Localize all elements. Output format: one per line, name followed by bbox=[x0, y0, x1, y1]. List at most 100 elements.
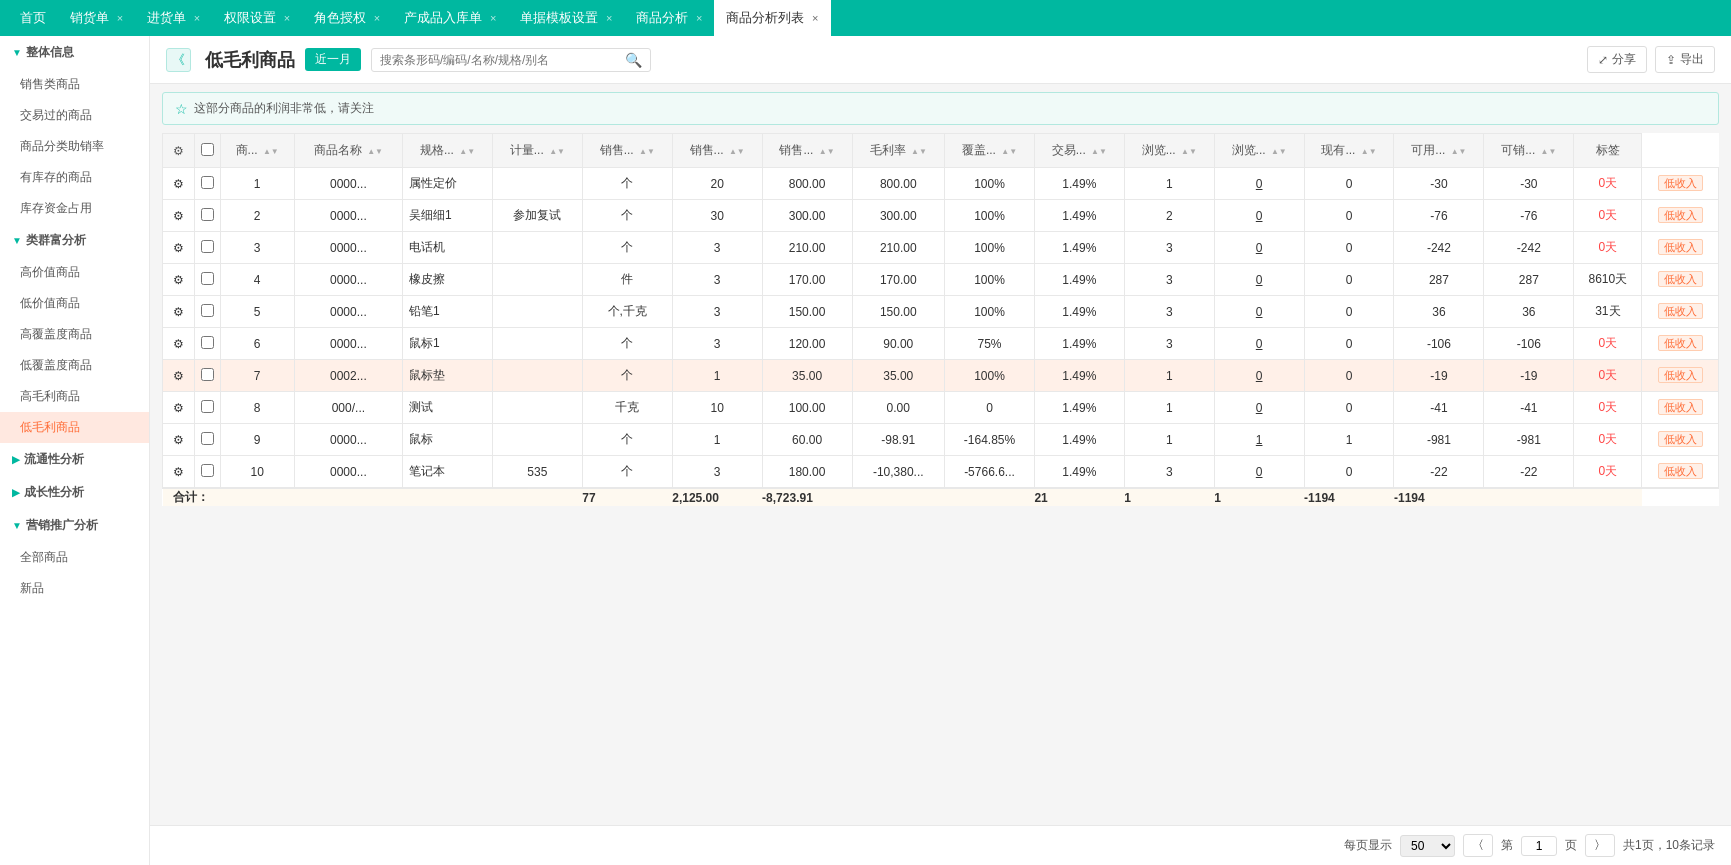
col-current-stock[interactable]: 现有... ▲▼ bbox=[1304, 134, 1394, 168]
nav-item-analysis[interactable]: 商品分析 × bbox=[624, 0, 714, 36]
sidebar-group-cluster[interactable]: ▼ 类群富分析 bbox=[0, 224, 149, 257]
select-all-checkbox[interactable] bbox=[201, 143, 214, 156]
row-settings[interactable]: ⚙ bbox=[163, 200, 195, 232]
row-view1[interactable]: 0 bbox=[1214, 328, 1304, 360]
sidebar-item-low-margin[interactable]: 低毛利商品 bbox=[0, 412, 149, 443]
row-checkbox[interactable] bbox=[194, 424, 220, 456]
row-view1[interactable]: 0 bbox=[1214, 232, 1304, 264]
nav-item-product-entry[interactable]: 产成品入库单 × bbox=[392, 0, 508, 36]
col-view1[interactable]: 浏览... ▲▼ bbox=[1124, 134, 1214, 168]
close-icon[interactable]: × bbox=[812, 12, 818, 24]
row-settings[interactable]: ⚙ bbox=[163, 424, 195, 456]
sidebar-item-new-products[interactable]: 新品 bbox=[0, 573, 149, 604]
nav-item-permission[interactable]: 权限设置 × bbox=[212, 0, 302, 36]
sidebar-item-all-products[interactable]: 全部商品 bbox=[0, 542, 149, 573]
row-checkbox[interactable] bbox=[194, 264, 220, 296]
search-icon[interactable]: 🔍 bbox=[625, 52, 642, 68]
row-view1[interactable]: 0 bbox=[1214, 296, 1304, 328]
row-checkbox[interactable] bbox=[194, 296, 220, 328]
row-view1[interactable]: 0 bbox=[1214, 360, 1304, 392]
row-settings[interactable]: ⚙ bbox=[163, 392, 195, 424]
nav-item-analysis-list[interactable]: 商品分析列表 × bbox=[714, 0, 830, 36]
nav-item-purchase[interactable]: 进货单 × bbox=[135, 0, 212, 36]
nav-item-role[interactable]: 角色授权 × bbox=[302, 0, 392, 36]
close-icon[interactable]: × bbox=[194, 12, 200, 24]
col-name[interactable]: 商品名称 ▲▼ bbox=[294, 134, 402, 168]
table-area[interactable]: ⚙ 商... ▲▼ 商品名称 ▲▼ 规格... ▲▼ 计量... ▲▼ 销售..… bbox=[150, 133, 1731, 825]
col-settings[interactable]: ⚙ bbox=[163, 134, 195, 168]
close-icon[interactable]: × bbox=[117, 12, 123, 24]
nav-item-home[interactable]: 首页 bbox=[8, 0, 58, 36]
close-icon[interactable]: × bbox=[374, 12, 380, 24]
col-unit[interactable]: 计量... ▲▼ bbox=[492, 134, 582, 168]
per-page-select[interactable]: 50 100 bbox=[1400, 835, 1455, 857]
sidebar-group-overall[interactable]: ▼ 整体信息 bbox=[0, 36, 149, 69]
sidebar-item-high-coverage[interactable]: 高覆盖度商品 bbox=[0, 319, 149, 350]
col-sales-profit[interactable]: 销售... ▲▼ bbox=[762, 134, 852, 168]
row-view1[interactable]: 0 bbox=[1214, 168, 1304, 200]
col-tag[interactable]: 标签 bbox=[1574, 134, 1642, 168]
row-settings[interactable]: ⚙ bbox=[163, 456, 195, 489]
share-button[interactable]: ⤢ 分享 bbox=[1587, 46, 1647, 73]
col-sellable[interactable]: 可销... ▲▼ bbox=[1484, 134, 1574, 168]
row-checkbox[interactable] bbox=[194, 392, 220, 424]
row-view2: 0 bbox=[1304, 392, 1394, 424]
col-sales-qty[interactable]: 销售... ▲▼ bbox=[582, 134, 672, 168]
sidebar-item-traded-products[interactable]: 交易过的商品 bbox=[0, 100, 149, 131]
row-settings[interactable]: ⚙ bbox=[163, 328, 195, 360]
sidebar-item-high-margin[interactable]: 高毛利商品 bbox=[0, 381, 149, 412]
row-spec: 535 bbox=[492, 456, 582, 489]
nav-item-sales[interactable]: 销货单 × bbox=[58, 0, 135, 36]
export-button[interactable]: ⇪ 导出 bbox=[1655, 46, 1715, 73]
sidebar-item-category-rate[interactable]: 商品分类助销率 bbox=[0, 131, 149, 162]
row-checkbox[interactable] bbox=[194, 232, 220, 264]
row-settings[interactable]: ⚙ bbox=[163, 360, 195, 392]
col-gross-margin[interactable]: 毛利率 ▲▼ bbox=[852, 134, 945, 168]
row-checkbox[interactable] bbox=[194, 200, 220, 232]
sidebar-item-low-value[interactable]: 低价值商品 bbox=[0, 288, 149, 319]
col-spec[interactable]: 规格... ▲▼ bbox=[403, 134, 493, 168]
sidebar-item-in-stock[interactable]: 有库存的商品 bbox=[0, 162, 149, 193]
time-filter-button[interactable]: 近一月 bbox=[305, 48, 361, 71]
sidebar-group-marketing[interactable]: ▼ 营销推广分析 bbox=[0, 509, 149, 542]
col-transaction[interactable]: 交易... ▲▼ bbox=[1034, 134, 1124, 168]
sidebar-item-high-value[interactable]: 高价值商品 bbox=[0, 257, 149, 288]
col-code[interactable]: 商... ▲▼ bbox=[220, 134, 294, 168]
close-icon[interactable]: × bbox=[606, 12, 612, 24]
col-view2[interactable]: 浏览... ▲▼ bbox=[1214, 134, 1304, 168]
row-view1[interactable]: 1 bbox=[1214, 424, 1304, 456]
row-view1[interactable]: 0 bbox=[1214, 456, 1304, 489]
col-coverage[interactable]: 覆盖... ▲▼ bbox=[945, 134, 1035, 168]
page-input[interactable] bbox=[1521, 836, 1557, 856]
row-spec bbox=[492, 392, 582, 424]
row-checkbox[interactable] bbox=[194, 360, 220, 392]
row-checkbox[interactable] bbox=[194, 168, 220, 200]
row-checkbox[interactable] bbox=[194, 456, 220, 489]
total-sales-profit: -8,723.91 bbox=[762, 488, 852, 506]
close-icon[interactable]: × bbox=[284, 12, 290, 24]
row-checkbox[interactable] bbox=[194, 328, 220, 360]
sidebar-item-sales-products[interactable]: 销售类商品 bbox=[0, 69, 149, 100]
row-view1[interactable]: 0 bbox=[1214, 200, 1304, 232]
search-input[interactable] bbox=[380, 53, 625, 67]
row-sales-amount: 60.00 bbox=[762, 424, 852, 456]
sidebar-group-liquidity[interactable]: ▶ 流通性分析 bbox=[0, 443, 149, 476]
sidebar-item-stock-capital[interactable]: 库存资金占用 bbox=[0, 193, 149, 224]
col-checkbox[interactable] bbox=[194, 134, 220, 168]
prev-page-button[interactable]: 〈 bbox=[1463, 834, 1493, 857]
collapse-sidebar-button[interactable]: 《 bbox=[166, 48, 191, 72]
row-settings[interactable]: ⚙ bbox=[163, 168, 195, 200]
row-settings[interactable]: ⚙ bbox=[163, 296, 195, 328]
row-settings[interactable]: ⚙ bbox=[163, 232, 195, 264]
sidebar-item-low-coverage[interactable]: 低覆盖度商品 bbox=[0, 350, 149, 381]
close-icon[interactable]: × bbox=[696, 12, 702, 24]
col-sales-amount[interactable]: 销售... ▲▼ bbox=[672, 134, 762, 168]
sidebar-group-growth[interactable]: ▶ 成长性分析 bbox=[0, 476, 149, 509]
close-icon[interactable]: × bbox=[490, 12, 496, 24]
nav-item-template[interactable]: 单据模板设置 × bbox=[508, 0, 624, 36]
row-view1[interactable]: 0 bbox=[1214, 392, 1304, 424]
next-page-button[interactable]: 〉 bbox=[1585, 834, 1615, 857]
col-available[interactable]: 可用... ▲▼ bbox=[1394, 134, 1484, 168]
row-settings[interactable]: ⚙ bbox=[163, 264, 195, 296]
row-view1[interactable]: 0 bbox=[1214, 264, 1304, 296]
